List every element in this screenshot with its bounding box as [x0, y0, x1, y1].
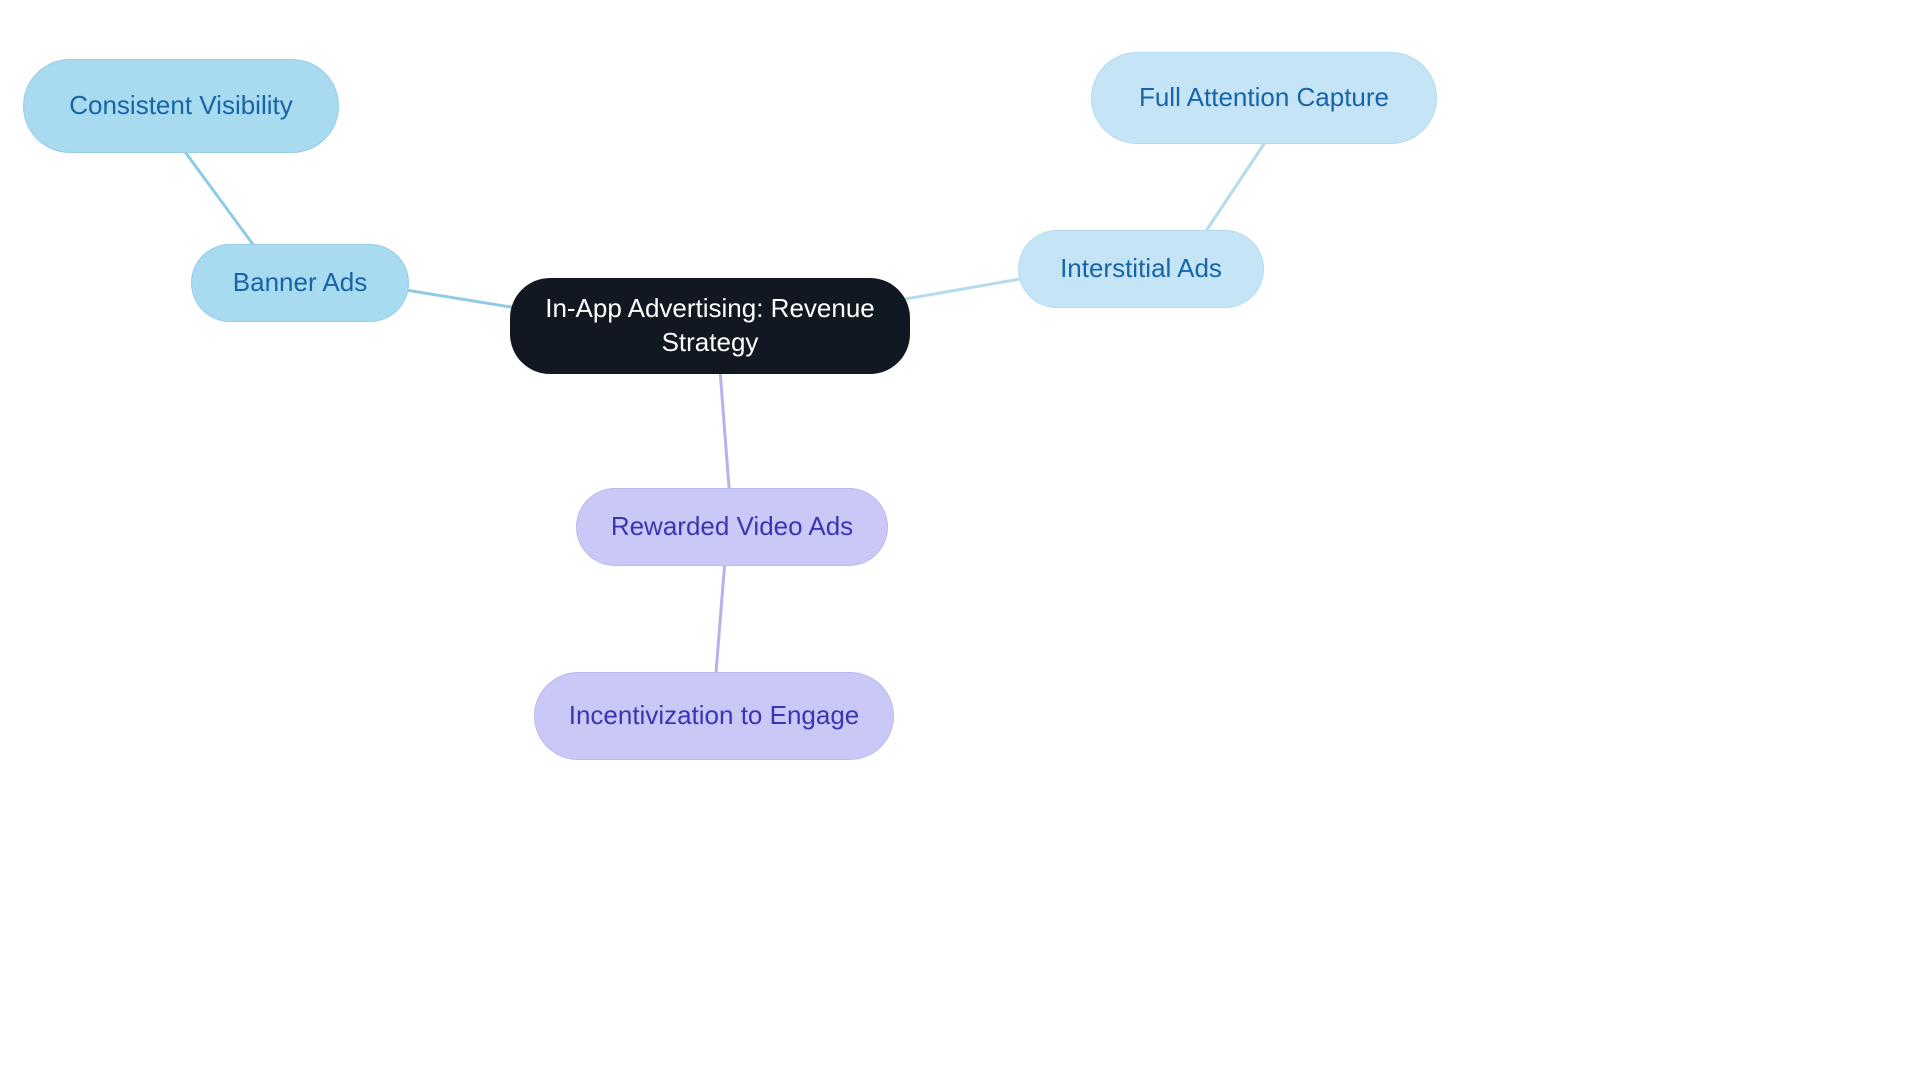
center-label: In-App Advertising: Revenue Strategy — [540, 292, 880, 360]
node-interstitial-label: Interstitial Ads — [1060, 252, 1222, 286]
node-consistent-visibility-label: Consistent Visibility — [69, 89, 293, 123]
edge-interstitial-child — [1200, 135, 1270, 240]
node-rewarded-label: Rewarded Video Ads — [611, 510, 853, 544]
node-interstitial-ads[interactable]: Interstitial Ads — [1018, 230, 1264, 308]
node-rewarded-video-ads[interactable]: Rewarded Video Ads — [576, 488, 888, 566]
edge-center-rewarded — [720, 370, 730, 500]
node-banner-label: Banner Ads — [233, 266, 367, 300]
edge-banner-child — [180, 145, 263, 258]
node-incentivization-to-engage[interactable]: Incentivization to Engage — [534, 672, 894, 760]
node-full-attention-capture[interactable]: Full Attention Capture — [1091, 52, 1437, 144]
node-incentivization-label: Incentivization to Engage — [569, 699, 860, 733]
node-banner-ads[interactable]: Banner Ads — [191, 244, 409, 322]
edge-layer — [0, 0, 1920, 1083]
center-node[interactable]: In-App Advertising: Revenue Strategy — [510, 278, 910, 374]
edge-rewarded-child — [715, 560, 725, 685]
node-consistent-visibility[interactable]: Consistent Visibility — [23, 59, 339, 153]
node-full-attention-label: Full Attention Capture — [1139, 81, 1389, 115]
